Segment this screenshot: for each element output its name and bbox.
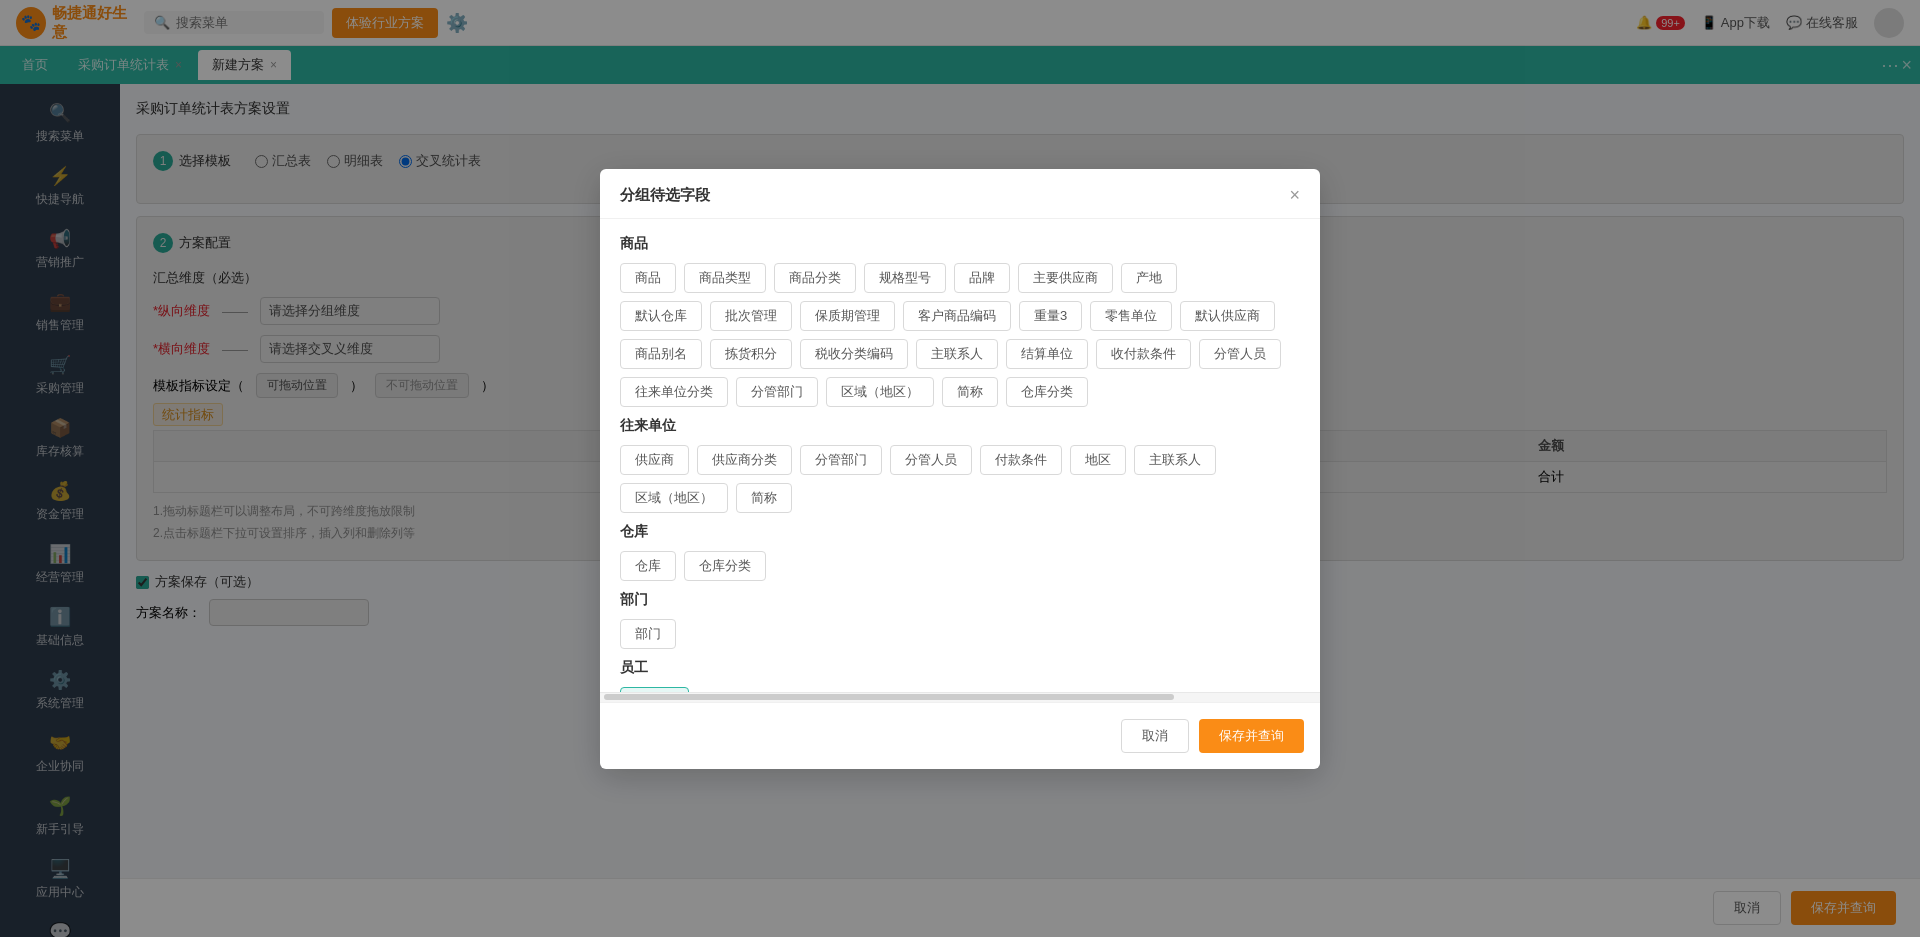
field-select-dialog: 分组待选字段 × 商品 商品 商品类型 商品分类 规格型号 品牌 主要供应商 产… [600,169,1320,769]
field-tags-dept: 部门 [620,619,1300,649]
field-tag-supervisor2[interactable]: 分管人员 [890,445,972,475]
dialog-cancel-btn[interactable]: 取消 [1121,719,1189,753]
field-tag-product-brand[interactable]: 品牌 [954,263,1010,293]
field-tag-product-type[interactable]: 商品类型 [684,263,766,293]
field-tag-dept-managed[interactable]: 分管部门 [736,377,818,407]
field-tags-product-4: 往来单位分类 分管部门 区域（地区） 简称 仓库分类 [620,377,1300,407]
dialog-confirm-btn[interactable]: 保存并查询 [1199,719,1304,753]
field-tag-supervisor[interactable]: 分管人员 [1199,339,1281,369]
dialog-hscroll[interactable] [600,692,1320,701]
field-tag-tax-code[interactable]: 税收分类编码 [800,339,908,369]
field-tag-product-category[interactable]: 商品分类 [774,263,856,293]
field-tags-product: 商品 商品类型 商品分类 规格型号 品牌 主要供应商 产地 [620,263,1300,293]
field-tag-dept[interactable]: 部门 [620,619,676,649]
field-tag-short-name2[interactable]: 简称 [736,483,792,513]
field-tag-product-goods[interactable]: 商品 [620,263,676,293]
field-tag-region[interactable]: 区域（地区） [826,377,934,407]
group-title-warehouse: 仓库 [620,523,1300,541]
hscroll-thumb [604,694,1174,700]
field-tag-supplier[interactable]: 供应商 [620,445,689,475]
field-tag-payment-terms[interactable]: 收付款条件 [1096,339,1191,369]
field-tag-payment-terms2[interactable]: 付款条件 [980,445,1062,475]
field-tag-product-main-supplier[interactable]: 主要供应商 [1018,263,1113,293]
dialog-footer: 取消 保存并查询 [600,702,1320,769]
field-tag-supplier-category[interactable]: 供应商分类 [697,445,792,475]
field-tag-warehouse-cat[interactable]: 仓库分类 [684,551,766,581]
group-title-product: 商品 [620,235,1300,253]
field-tag-main-contact2[interactable]: 主联系人 [1134,445,1216,475]
field-tag-default-supplier[interactable]: 默认供应商 [1180,301,1275,331]
dialog-header: 分组待选字段 × [600,169,1320,219]
field-tag-default-warehouse[interactable]: 默认仓库 [620,301,702,331]
field-tag-customer-code[interactable]: 客户商品编码 [903,301,1011,331]
field-tag-warehouse[interactable]: 仓库 [620,551,676,581]
dialog-close-btn[interactable]: × [1289,185,1300,206]
field-tag-shelf-life[interactable]: 保质期管理 [800,301,895,331]
field-tag-warehouse-category[interactable]: 仓库分类 [1006,377,1088,407]
field-tags-partner-2: 区域（地区） 简称 [620,483,1300,513]
field-tags-partner-1: 供应商 供应商分类 分管部门 分管人员 付款条件 地区 主联系人 [620,445,1300,475]
field-tags-product-2: 默认仓库 批次管理 保质期管理 客户商品编码 重量3 零售单位 默认供应商 [620,301,1300,331]
group-title-partner: 往来单位 [620,417,1300,435]
field-tag-dept-managed2[interactable]: 分管部门 [800,445,882,475]
field-tag-product-origin[interactable]: 产地 [1121,263,1177,293]
field-tag-region2[interactable]: 地区 [1070,445,1126,475]
dialog-title: 分组待选字段 [620,186,710,205]
dialog-body: 商品 商品 商品类型 商品分类 规格型号 品牌 主要供应商 产地 默认仓库 批次… [600,219,1320,693]
field-tag-weight3[interactable]: 重量3 [1019,301,1082,331]
group-title-employee: 员工 [620,659,1300,677]
field-tag-short-name[interactable]: 简称 [942,377,998,407]
field-tags-warehouse: 仓库 仓库分类 [620,551,1300,581]
field-tag-retail-unit[interactable]: 零售单位 [1090,301,1172,331]
group-title-dept: 部门 [620,591,1300,609]
field-tag-alias[interactable]: 商品别名 [620,339,702,369]
field-tag-main-contact[interactable]: 主联系人 [916,339,998,369]
field-tag-product-spec[interactable]: 规格型号 [864,263,946,293]
field-tag-region3[interactable]: 区域（地区） [620,483,728,513]
field-tags-product-3: 商品别名 拣货积分 税收分类编码 主联系人 结算单位 收付款条件 分管人员 [620,339,1300,369]
field-tag-batch-mgmt[interactable]: 批次管理 [710,301,792,331]
field-tag-pick-score[interactable]: 拣货积分 [710,339,792,369]
dialog-overlay: 分组待选字段 × 商品 商品 商品类型 商品分类 规格型号 品牌 主要供应商 产… [0,0,1920,937]
field-tag-settlement-unit[interactable]: 结算单位 [1006,339,1088,369]
field-tag-partner-category[interactable]: 往来单位分类 [620,377,728,407]
